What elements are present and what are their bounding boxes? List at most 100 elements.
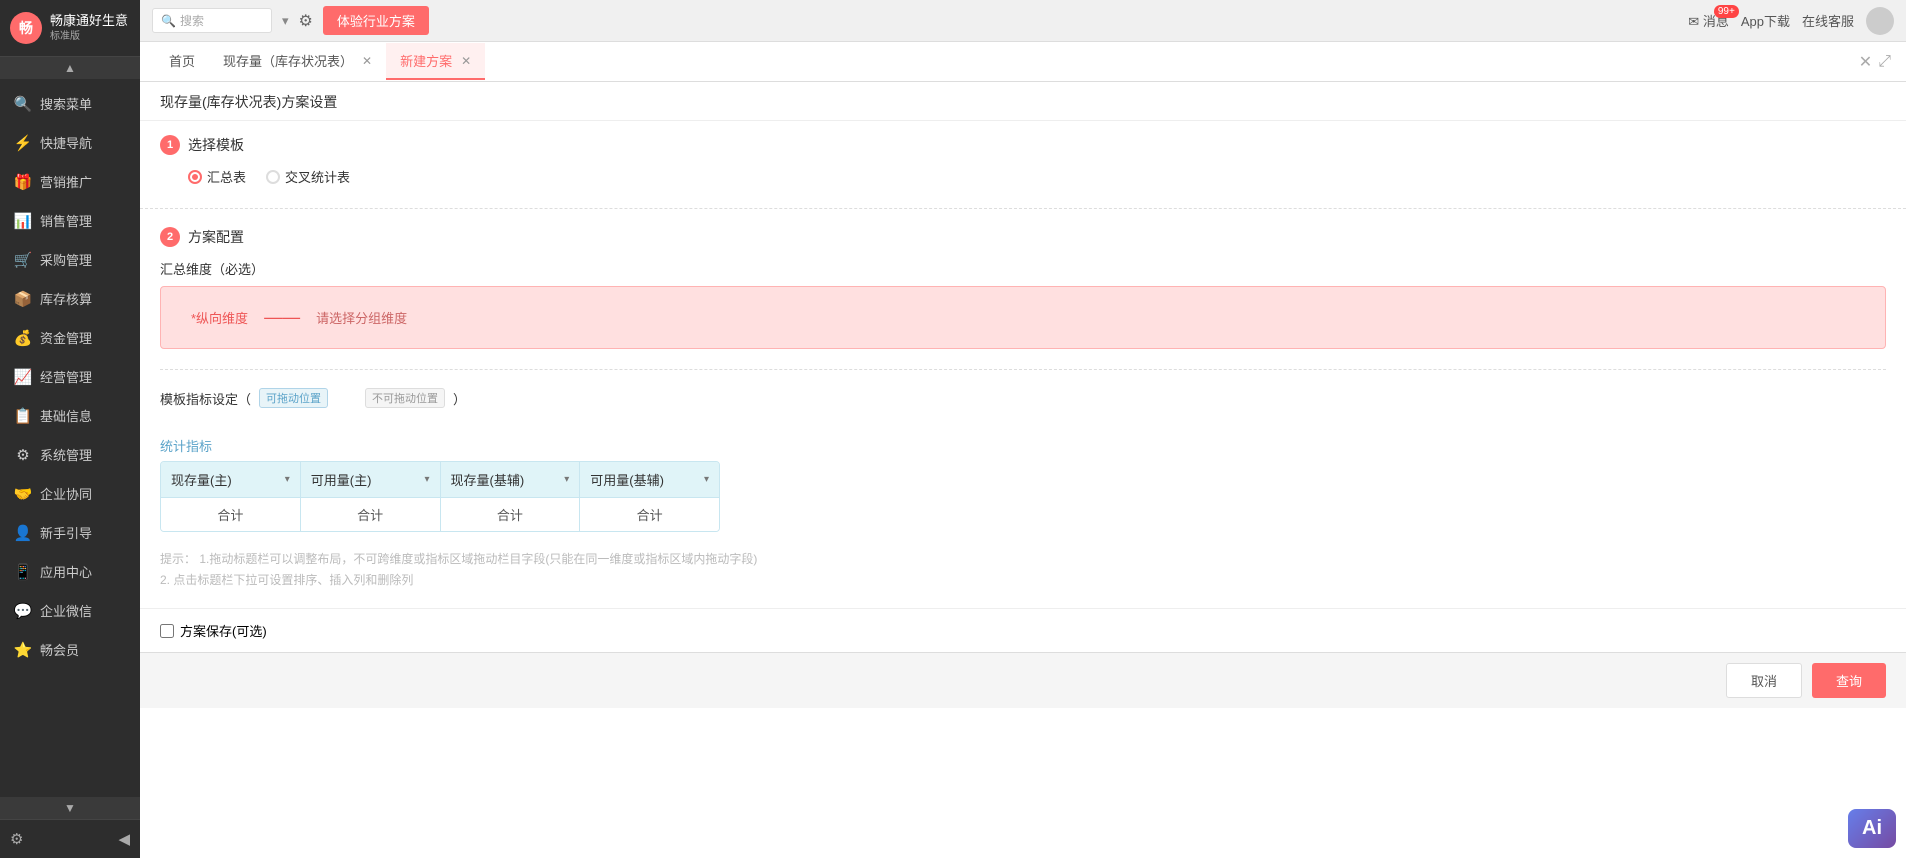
app-download-link[interactable]: App下载	[1741, 11, 1790, 30]
sidebar-item-quick-nav[interactable]: ⚡ 快捷导航	[0, 123, 140, 162]
sidebar-item-sales[interactable]: 📊 销售管理	[0, 201, 140, 240]
step1-number: 1	[160, 135, 180, 155]
sidebar-item-label: 新手引导	[40, 523, 92, 542]
radio-summary-label: 汇总表	[207, 167, 246, 186]
close-icon[interactable]: ✕	[1859, 52, 1872, 72]
topbar-search-text: 搜索	[180, 12, 204, 29]
settings-footer-icon[interactable]: ⚙	[10, 830, 23, 848]
col-dropdown-0[interactable]: ▾	[285, 474, 290, 485]
sidebar-item-enterprise[interactable]: 🤝 企业协同	[0, 474, 140, 513]
step2-title: 方案配置	[188, 227, 244, 247]
industry-btn[interactable]: 体验行业方案	[323, 6, 429, 35]
indicator-label-row: 模板指标设定（ 可拖动位置 不可拖动位置 ）	[160, 388, 1886, 408]
sidebar-item-label: 快捷导航	[40, 133, 92, 152]
tab-inventory-close[interactable]: ✕	[362, 54, 372, 68]
dimension-box[interactable]: *纵向维度 —— 请选择分组维度	[160, 286, 1886, 349]
app-name: 畅康通好生意	[50, 13, 128, 30]
sidebar-item-system[interactable]: ⚙ 系统管理	[0, 435, 140, 474]
topbar-search-box[interactable]: 🔍 搜索	[152, 8, 272, 33]
tab-new-plan[interactable]: 新建方案 ✕	[386, 43, 485, 80]
stats-cell-0-2: 合计	[441, 498, 581, 531]
sidebar-item-marketing[interactable]: 🎁 营销推广	[0, 162, 140, 201]
sidebar-footer: ⚙ ◀	[0, 819, 140, 858]
sidebar-item-member[interactable]: ⭐ 畅会员	[0, 630, 140, 669]
stats-table-header: 现存量(主) ▾ 可用量(主) ▾ 现存量(基辅) ▾ 可用量(基辅) ▾	[161, 462, 719, 497]
sidebar-item-finance[interactable]: 💰 资金管理	[0, 318, 140, 357]
dimension-placeholder[interactable]: 请选择分组维度	[316, 308, 407, 327]
star-icon: ⭐	[14, 641, 32, 659]
ai-badge[interactable]: Ai	[1848, 809, 1896, 848]
sidebar-item-label: 库存核算	[40, 289, 92, 308]
app-edition: 标准版	[50, 30, 128, 43]
tip-item-1: 2. 点击标题栏下拉可设置排序、插入列和删除列	[160, 571, 1886, 588]
sidebar-item-operations[interactable]: 📈 经营管理	[0, 357, 140, 396]
stats-cell-0-1: 合计	[301, 498, 441, 531]
handshake-icon: 🤝	[14, 485, 32, 503]
sidebar-item-purchase[interactable]: 🛒 采购管理	[0, 240, 140, 279]
stats-cell-0-3: 合计	[580, 498, 719, 531]
cancel-button[interactable]: 取消	[1726, 663, 1802, 698]
user-icon: 👤	[14, 524, 32, 542]
chart-icon: 📊	[14, 212, 32, 230]
stats-cell-0-0: 合计	[161, 498, 301, 531]
tab-inventory[interactable]: 现存量（库存状况表） ✕	[209, 43, 386, 80]
col-label-3: 可用量(基辅)	[590, 470, 664, 489]
sidebar-item-wechat[interactable]: 💬 企业微信	[0, 591, 140, 630]
sidebar-item-inventory-check[interactable]: 📦 库存核算	[0, 279, 140, 318]
sidebar-item-label: 搜索菜单	[40, 94, 92, 113]
tab-home-label: 首页	[169, 51, 195, 70]
divider1	[140, 208, 1906, 209]
sidebar-item-label: 企业微信	[40, 601, 92, 620]
bottom-bar: 取消 查询	[140, 652, 1906, 708]
indicator-suffix: ）	[453, 389, 466, 408]
stats-table: 现存量(主) ▾ 可用量(主) ▾ 现存量(基辅) ▾ 可用量(基辅) ▾	[160, 461, 720, 532]
stats-col-0[interactable]: 现存量(主) ▾	[161, 462, 301, 497]
sidebar-item-app-center[interactable]: 📱 应用中心	[0, 552, 140, 591]
dimension-section-title: 汇总维度（必选）	[160, 259, 1886, 278]
dropdown-icon[interactable]: ▾	[282, 13, 289, 29]
topbar-left: 🔍 搜索 ▾ ⚙ 体验行业方案	[152, 6, 429, 35]
logo-text: 畅康通好生意 标准版	[50, 13, 128, 43]
tip-item-0: 提示： 1.拖动标题栏可以调整布局，不可跨维度或指标区域拖动栏目字段(只能在同一…	[160, 550, 1886, 567]
sidebar-item-search[interactable]: 🔍 搜索菜单	[0, 84, 140, 123]
sidebar-item-basics[interactable]: 📋 基础信息	[0, 396, 140, 435]
sidebar-item-label: 资金管理	[40, 328, 92, 347]
radio-cross-label: 交叉统计表	[285, 167, 350, 186]
col-dropdown-2[interactable]: ▾	[564, 474, 569, 485]
user-avatar[interactable]	[1866, 7, 1894, 35]
stats-col-3[interactable]: 可用量(基辅) ▾	[580, 462, 719, 497]
online-service-link[interactable]: 在线客服	[1802, 11, 1854, 30]
query-button[interactable]: 查询	[1812, 663, 1886, 698]
col-label-2: 现存量(基辅)	[451, 470, 525, 489]
step2-number: 2	[160, 227, 180, 247]
sidebar-scroll-up[interactable]: ▲	[0, 57, 140, 79]
arrow-icon: ——	[264, 307, 300, 328]
tab-new-plan-close[interactable]: ✕	[461, 54, 471, 68]
stats-col-2[interactable]: 现存量(基辅) ▾	[441, 462, 581, 497]
trend-icon: 📈	[14, 368, 32, 386]
list-icon: 📋	[14, 407, 32, 425]
collapse-icon[interactable]: ◀	[118, 830, 130, 848]
stats-col-1[interactable]: 可用量(主) ▾	[301, 462, 441, 497]
indicator-separator	[340, 389, 353, 408]
vertical-dimension-label: *纵向维度	[191, 308, 248, 327]
messages-wrap[interactable]: ✉ 消息 99+	[1688, 11, 1729, 30]
radio-summary[interactable]: 汇总表	[188, 167, 246, 186]
gift-icon: 🎁	[14, 173, 32, 191]
quick-nav-icon: ⚡	[14, 134, 32, 152]
sidebar-item-label: 系统管理	[40, 445, 92, 464]
sidebar-scroll-down[interactable]: ▼	[0, 797, 140, 819]
indicator-title-text: 模板指标设定（	[160, 389, 251, 408]
topbar-settings-icon[interactable]: ⚙	[299, 11, 313, 31]
step2-header: 2 方案配置	[160, 227, 1886, 247]
save-plan-checkbox[interactable]	[160, 624, 174, 638]
tips-section: 提示： 1.拖动标题栏可以调整布局，不可跨维度或指标区域拖动栏目字段(只能在同一…	[140, 542, 1906, 608]
col-dropdown-1[interactable]: ▾	[424, 474, 429, 485]
logo-icon: 畅	[10, 12, 42, 44]
radio-cross[interactable]: 交叉统计表	[266, 167, 350, 186]
sidebar-item-newbie[interactable]: 👤 新手引导	[0, 513, 140, 552]
expand-icon[interactable]: ⤢	[1878, 53, 1891, 71]
template-options: 汇总表 交叉统计表	[160, 167, 1886, 186]
tab-home[interactable]: 首页	[155, 43, 209, 80]
col-dropdown-3[interactable]: ▾	[704, 474, 709, 485]
